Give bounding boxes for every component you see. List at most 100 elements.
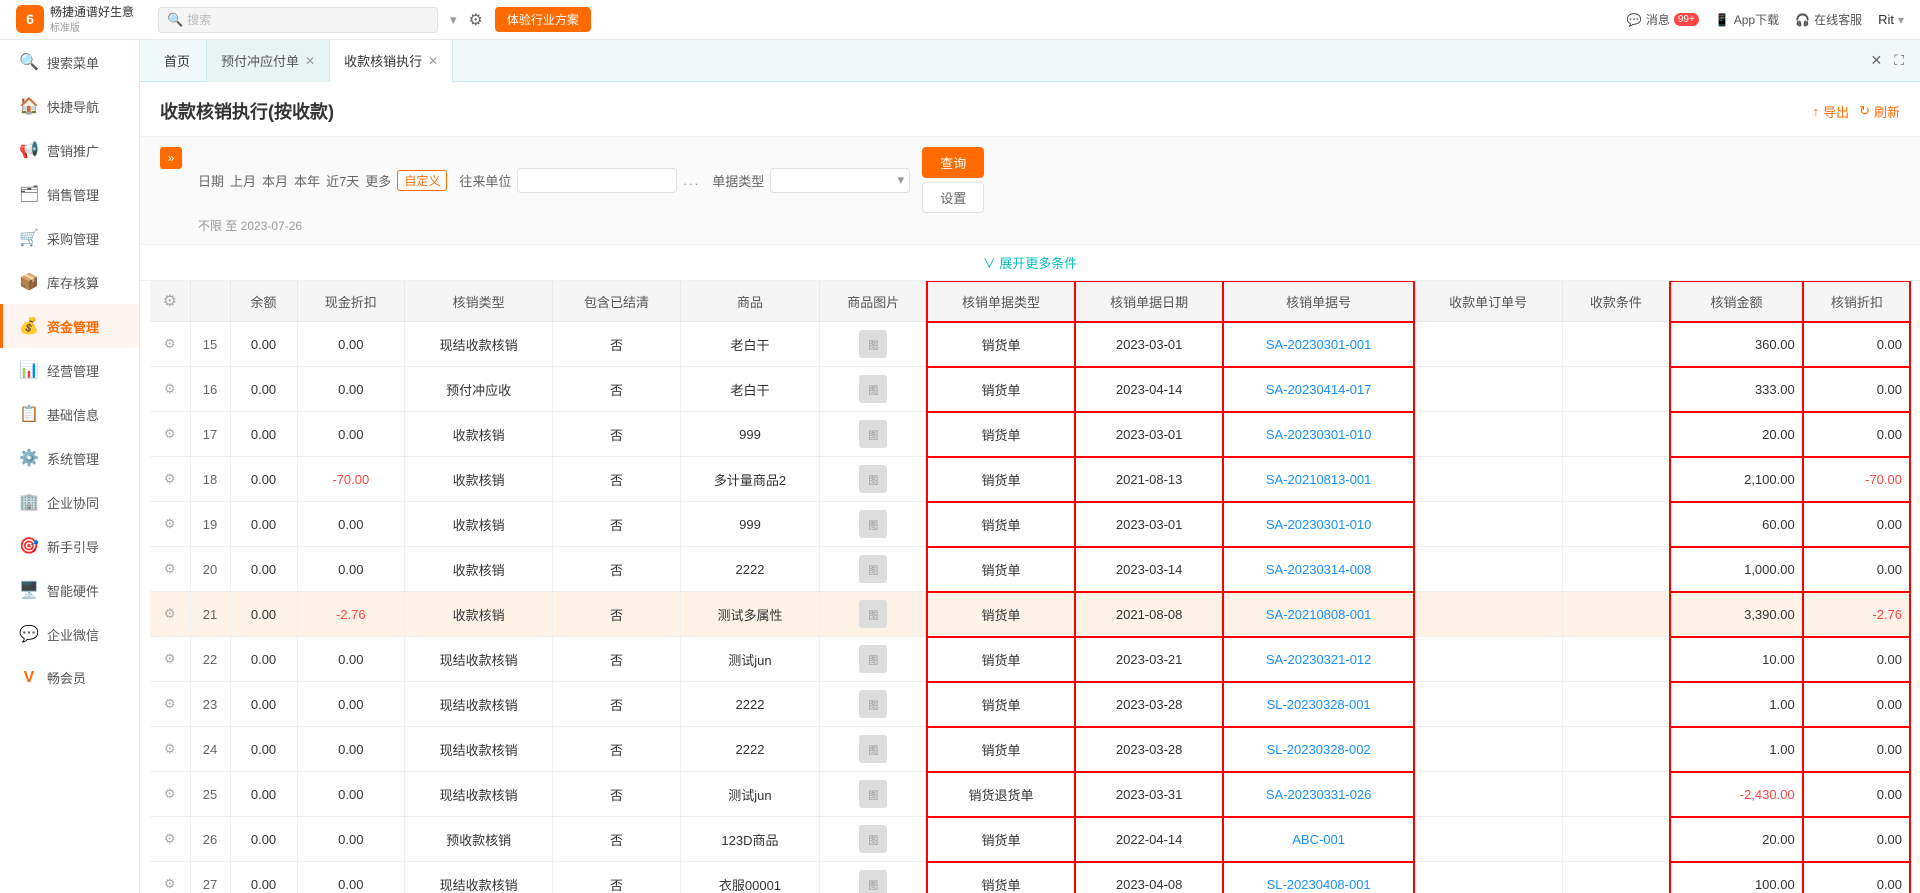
- sidebar-item-corp[interactable]: 🏢 企业协同: [0, 480, 139, 524]
- sidebar-item-shortcut[interactable]: 🏠 快捷导航: [0, 84, 139, 128]
- maximize-icon[interactable]: ⛶: [1894, 52, 1904, 69]
- filter-expand-btn[interactable]: »: [160, 147, 182, 169]
- industry-btn[interactable]: 体验行业方案: [495, 7, 591, 32]
- row-settings-icon[interactable]: ⚙: [164, 786, 176, 801]
- sidebar-item-guide[interactable]: 🎯 新手引导: [0, 524, 139, 568]
- cell-product-image: 图: [819, 817, 927, 862]
- doc-no-link[interactable]: SA-20230414-017: [1266, 382, 1372, 397]
- sidebar-item-search[interactable]: 🔍 搜索菜单: [0, 40, 139, 84]
- row-settings-icon[interactable]: ⚙: [164, 606, 176, 621]
- cell-receipt-order: [1414, 547, 1562, 592]
- cell-doc-no[interactable]: SL-20230328-001: [1223, 682, 1414, 727]
- cell-doc-no[interactable]: SL-20230328-002: [1223, 727, 1414, 772]
- cell-doc-no[interactable]: SA-20210808-001: [1223, 592, 1414, 637]
- sidebar-item-wechat[interactable]: 💬 企业微信: [0, 612, 139, 656]
- basic-icon: 📋: [19, 404, 39, 424]
- cell-balance: 0.00: [230, 457, 297, 502]
- doctype-select[interactable]: [770, 168, 910, 193]
- doc-no-link[interactable]: SA-20210813-001: [1266, 472, 1372, 487]
- sidebar-item-hardware[interactable]: 🖥️ 智能硬件: [0, 568, 139, 612]
- row-settings-icon[interactable]: ⚙: [164, 876, 176, 891]
- doc-no-link[interactable]: SL-20230328-002: [1267, 742, 1371, 757]
- doc-no-link[interactable]: SA-20230301-001: [1266, 337, 1372, 352]
- cell-doc-date: 2023-03-01: [1075, 502, 1223, 547]
- doc-no-link[interactable]: SA-20230331-026: [1266, 787, 1372, 802]
- row-settings-icon[interactable]: ⚙: [164, 381, 176, 396]
- app-download-btn[interactable]: 📱 App下载: [1715, 11, 1779, 28]
- sidebar-item-inventory[interactable]: 📦 库存核算: [0, 260, 139, 304]
- tab-writeoff-close-icon[interactable]: ✕: [428, 54, 438, 68]
- cell-doc-no[interactable]: SA-20230314-008: [1223, 547, 1414, 592]
- cell-doc-no[interactable]: SA-20230331-026: [1223, 772, 1414, 817]
- date-last-month[interactable]: 上月: [230, 171, 256, 190]
- row-settings-icon[interactable]: ⚙: [164, 336, 176, 351]
- user-btn[interactable]: Rit ▾: [1878, 12, 1904, 27]
- search-placeholder: 搜索: [187, 11, 211, 28]
- cell-doc-no[interactable]: SA-20230414-017: [1223, 367, 1414, 412]
- doc-no-link[interactable]: SA-20230301-010: [1266, 427, 1372, 442]
- cell-doc-no[interactable]: SA-20230301-001: [1223, 322, 1414, 367]
- cell-product: 测试jun: [680, 772, 819, 817]
- sidebar-item-marketing[interactable]: 📢 营销推广: [0, 128, 139, 172]
- row-settings-icon[interactable]: ⚙: [164, 426, 176, 441]
- row-settings-icon[interactable]: ⚙: [164, 561, 176, 576]
- doc-no-link[interactable]: SA-20230321-012: [1266, 652, 1372, 667]
- cell-receipt-condition: [1562, 592, 1670, 637]
- date-this-year[interactable]: 本年: [294, 171, 320, 190]
- cell-doc-no[interactable]: ABC-001: [1223, 817, 1414, 862]
- col-settings-gear-icon[interactable]: ⚙: [163, 293, 177, 310]
- row-settings-icon[interactable]: ⚙: [164, 741, 176, 756]
- sidebar-item-sales[interactable]: 🗂 销售管理: [0, 172, 139, 216]
- filter-dots[interactable]: ...: [683, 173, 700, 188]
- online-service-btn[interactable]: 🎧 在线客服: [1795, 11, 1862, 28]
- date-7days[interactable]: 近7天: [326, 171, 359, 190]
- cell-seq: 23: [190, 682, 230, 727]
- company-input[interactable]: [517, 168, 677, 193]
- page-header: 收款核销执行(按收款) ↑ 导出 ↻ 刷新: [140, 82, 1920, 137]
- tab-home[interactable]: 首页: [148, 40, 207, 82]
- tab-prepay[interactable]: 预付冲应付单 ✕: [207, 40, 330, 82]
- row-settings-icon[interactable]: ⚙: [164, 831, 176, 846]
- query-btn[interactable]: 查询: [922, 147, 984, 178]
- doc-no-link[interactable]: ABC-001: [1292, 832, 1345, 847]
- settings-icon[interactable]: ⚙: [469, 10, 483, 30]
- cell-doc-no[interactable]: SA-20230321-012: [1223, 637, 1414, 682]
- export-btn[interactable]: ↑ 导出: [1813, 102, 1850, 121]
- expand-conditions-btn[interactable]: ∨ 展开更多条件: [140, 245, 1920, 281]
- sidebar-item-finance[interactable]: 💰 资金管理: [0, 304, 139, 348]
- global-search[interactable]: 🔍 搜索: [158, 7, 438, 33]
- settings-btn[interactable]: 设置: [922, 182, 984, 213]
- sidebar-item-member[interactable]: V 畅会员: [0, 656, 139, 699]
- doc-no-link[interactable]: SA-20230314-008: [1266, 562, 1372, 577]
- date-custom-btn[interactable]: 自定义: [397, 170, 447, 191]
- dropdown-arrow-icon[interactable]: ▾: [450, 12, 457, 28]
- col-header-seq: [190, 281, 230, 322]
- col-header-product-image: 商品图片: [819, 281, 927, 322]
- sidebar-item-operations[interactable]: 📊 经营管理: [0, 348, 139, 392]
- refresh-btn[interactable]: ↻ 刷新: [1859, 102, 1900, 121]
- row-settings-icon[interactable]: ⚙: [164, 471, 176, 486]
- cell-doc-no[interactable]: SA-20210813-001: [1223, 457, 1414, 502]
- sidebar-item-basic[interactable]: 📋 基础信息: [0, 392, 139, 436]
- cell-doc-no[interactable]: SA-20230301-010: [1223, 412, 1414, 457]
- cell-writeoff-amount: 20.00: [1670, 817, 1804, 862]
- sidebar-item-purchase[interactable]: 🛒 采购管理: [0, 216, 139, 260]
- tab-prepay-close-icon[interactable]: ✕: [305, 54, 315, 68]
- cell-doc-no[interactable]: SA-20230301-010: [1223, 502, 1414, 547]
- cell-settings: ⚙: [150, 637, 190, 682]
- doc-no-link[interactable]: SL-20230328-001: [1267, 697, 1371, 712]
- messages-btn[interactable]: 💬 消息 99+: [1627, 11, 1699, 28]
- doctype-filter-group: 单据类型 ▾: [712, 168, 910, 193]
- row-settings-icon[interactable]: ⚙: [164, 516, 176, 531]
- date-this-month[interactable]: 本月: [262, 171, 288, 190]
- doc-no-link[interactable]: SA-20210808-001: [1266, 607, 1372, 622]
- cell-doc-no[interactable]: SL-20230408-001: [1223, 862, 1414, 893]
- row-settings-icon[interactable]: ⚙: [164, 696, 176, 711]
- sidebar-item-system[interactable]: ⚙️ 系统管理: [0, 436, 139, 480]
- doc-no-link[interactable]: SL-20230408-001: [1267, 877, 1371, 892]
- row-settings-icon[interactable]: ⚙: [164, 651, 176, 666]
- tab-writeoff[interactable]: 收款核销执行 ✕: [330, 40, 453, 82]
- doc-no-link[interactable]: SA-20230301-010: [1266, 517, 1372, 532]
- close-window-icon[interactable]: ✕: [1870, 52, 1882, 69]
- date-more[interactable]: 更多: [365, 171, 391, 190]
